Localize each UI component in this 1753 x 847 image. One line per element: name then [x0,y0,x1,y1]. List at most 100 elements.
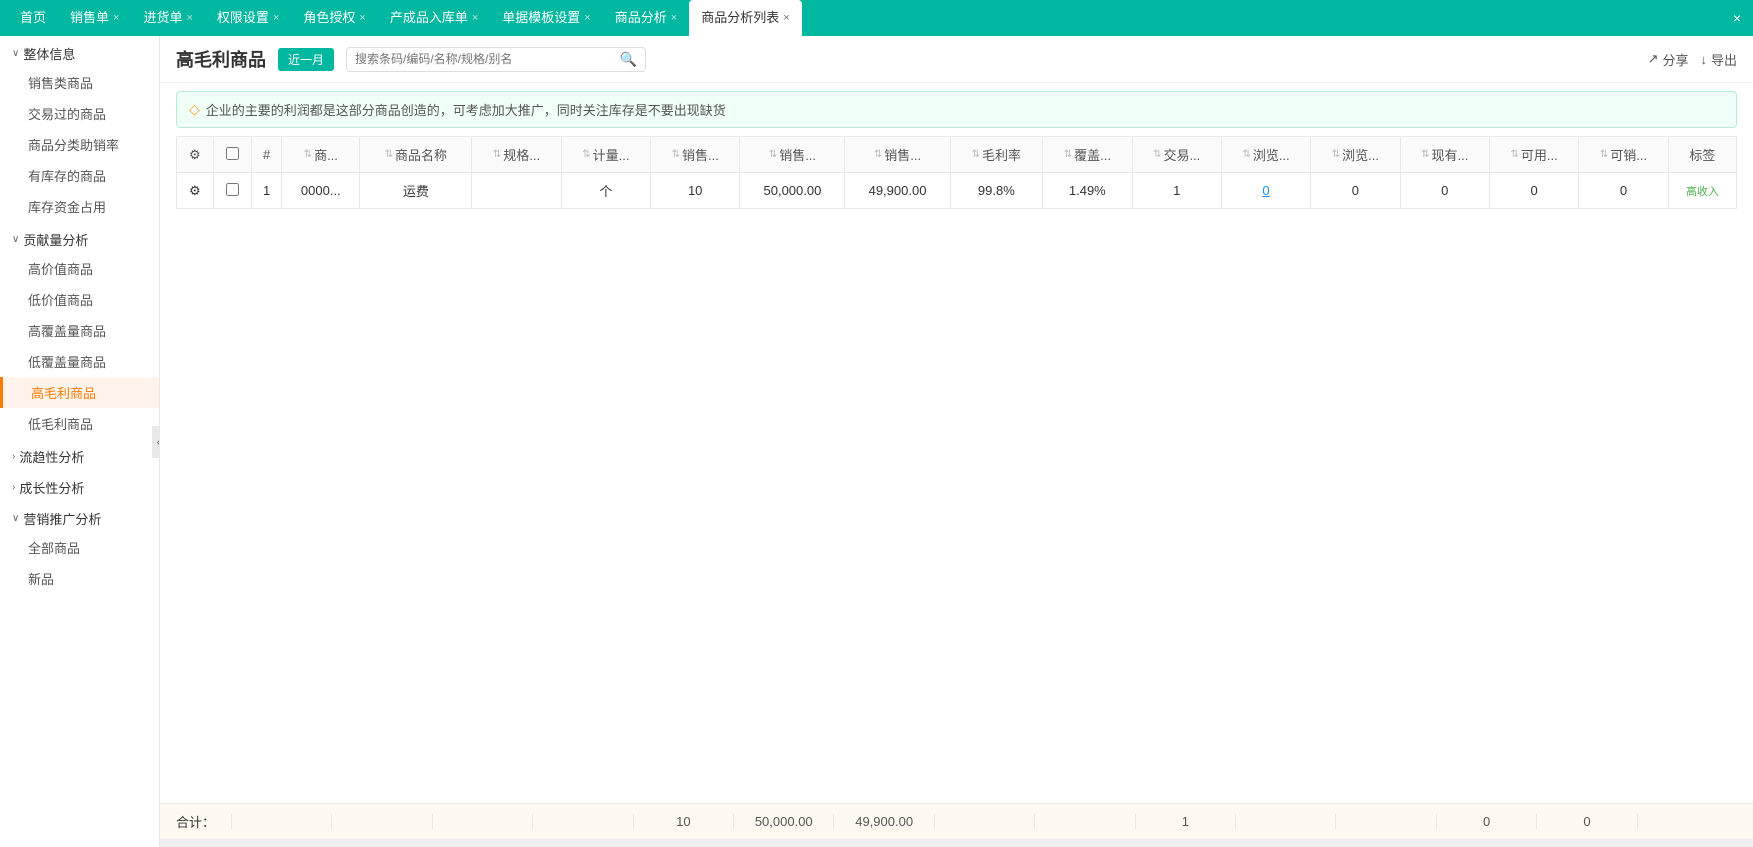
select-all-checkbox[interactable] [226,147,239,160]
col-header-trade[interactable]: ⇅交易... [1132,137,1221,173]
footer-cell-14 [1637,814,1737,829]
col-header-inner: ⇅销售... [746,145,838,164]
share-button[interactable]: ↗ 分享 [1648,50,1689,69]
col-header-sales_amount[interactable]: ⇅销售... [740,137,845,173]
sort-icon[interactable]: ⇅ [972,149,980,160]
nav-close-icon[interactable]: × [186,0,192,36]
col-header-inner: 标签 [1675,145,1730,164]
table-row: ⚙10000...运费个1050,000.0049,900.0099.8%1.4… [177,173,1737,209]
view1-link[interactable]: 0 [1262,183,1269,198]
nav-close-icon[interactable]: × [273,0,279,36]
nav-close-icon[interactable]: × [671,0,677,36]
sidebar-item-库存资金占用[interactable]: 库存资金占用 [0,191,159,222]
sort-icon[interactable]: ⇅ [769,149,777,160]
sidebar-item-低价值商品[interactable]: 低价值商品 [0,284,159,315]
sort-icon[interactable]: ⇅ [672,149,680,160]
col-header-sellable[interactable]: ⇅可销... [1579,137,1668,173]
sidebar-section-整体信息[interactable]: ∨整体信息 [0,36,159,67]
sidebar-item-有库存的商品[interactable]: 有库存的商品 [0,160,159,191]
col-header-sales_qty[interactable]: ⇅销售... [651,137,740,173]
tag-badge: 高收入 [1686,186,1719,198]
col-header-gross_margin[interactable]: ⇅毛利率 [950,137,1043,173]
nav-close-icon[interactable]: × [113,0,119,36]
col-header-spec[interactable]: ⇅规格... [472,137,561,173]
nav-item-商品分析[interactable]: 商品分析× [603,0,689,36]
sidebar-item-低覆盖量商品[interactable]: 低覆盖量商品 [0,346,159,377]
date-filter-button[interactable]: 近一月 [278,48,334,71]
footer-cell-7 [934,814,1034,829]
sort-icon[interactable]: ⇅ [493,149,501,160]
nav-item-产成品入库单[interactable]: 产成品入库单× [378,0,490,36]
row-settings-icon[interactable]: ⚙ [189,183,201,198]
sidebar-item-高毛利商品[interactable]: 高毛利商品 [0,377,159,408]
nav-close-icon[interactable]: × [783,0,789,36]
search-input[interactable] [355,52,620,66]
sidebar-item-交易过的商品[interactable]: 交易过的商品 [0,98,159,129]
nav-item-销售单[interactable]: 销售单× [58,0,131,36]
sidebar-section-流趋性分析[interactable]: ›流趋性分析 [0,439,159,470]
col-label: 商... [314,145,338,164]
export-button[interactable]: ↓ 导出 [1700,50,1737,69]
sort-icon[interactable]: ⇅ [874,149,882,160]
sidebar-item-新品[interactable]: 新品 [0,563,159,594]
row-checkbox[interactable] [226,183,239,196]
sort-icon[interactable]: ⇅ [304,149,312,160]
nav-item-单据模板设置[interactable]: 单据模板设置× [490,0,602,36]
sort-icon[interactable]: ⇅ [1153,149,1161,160]
sort-icon[interactable]: ⇅ [1600,149,1608,160]
col-header-coverage[interactable]: ⇅覆盖... [1043,137,1132,173]
sidebar-section-贡献量分析[interactable]: ∨贡献量分析 [0,222,159,253]
nav-item-权限设置[interactable]: 权限设置× [205,0,291,36]
sort-icon[interactable]: ⇅ [1064,149,1072,160]
nav-item-进货单[interactable]: 进货单× [131,0,204,36]
nav-close-icon[interactable]: × [359,0,365,36]
sidebar-section-成长性分析[interactable]: ›成长性分析 [0,470,159,501]
col-header-available[interactable]: ⇅可用... [1489,137,1578,173]
nav-close-icon[interactable]: × [584,0,590,36]
col-header-view1[interactable]: ⇅浏览... [1221,137,1310,173]
settings-icon[interactable]: ⚙ [189,147,201,162]
sort-icon[interactable]: ⇅ [582,149,590,160]
nav-item-首页[interactable]: 首页 [8,0,58,36]
sidebar-item-高价值商品[interactable]: 高价值商品 [0,253,159,284]
sidebar-item-全部商品[interactable]: 全部商品 [0,532,159,563]
sidebar-item-高覆盖量商品[interactable]: 高覆盖量商品 [0,315,159,346]
cell-view1: 0 [1221,173,1310,209]
sort-icon[interactable]: ⇅ [1332,149,1340,160]
cell-unit: 个 [561,173,650,209]
col-header-view2[interactable]: ⇅浏览... [1311,137,1400,173]
header-actions: ↗ 分享 ↓ 导出 [1648,50,1737,69]
footer-cell-11 [1335,814,1435,829]
footer-cell-0 [231,814,331,829]
nav-item-商品分析列表[interactable]: 商品分析列表× [689,0,801,36]
window-close-button[interactable]: × [1729,10,1745,26]
col-header-inner: ⇅商... [288,145,353,164]
sidebar-item-商品分类助销率[interactable]: 商品分类助销率 [0,129,159,160]
nav-close-icon[interactable]: × [472,0,478,36]
sidebar-item-低毛利商品[interactable]: 低毛利商品 [0,408,159,439]
nav-item-角色授权[interactable]: 角色授权× [291,0,377,36]
sidebar-section-营销推广分析[interactable]: ∨营销推广分析 [0,501,159,532]
sort-icon[interactable]: ⇅ [1511,149,1519,160]
col-header-unit[interactable]: ⇅计量... [561,137,650,173]
sidebar-item-销售类商品[interactable]: 销售类商品 [0,67,159,98]
footer-cell-8 [1034,814,1134,829]
sort-icon[interactable]: ⇅ [1242,149,1250,160]
col-header-inner: ⇅规格... [478,145,554,164]
search-icon[interactable]: 🔍 [620,51,637,68]
horizontal-scrollbar[interactable] [160,839,1753,847]
sort-icon[interactable]: ⇅ [1421,149,1429,160]
section-label: 贡献量分析 [23,230,88,249]
page-title: 高毛利商品 [176,46,266,72]
sort-icon[interactable]: ⇅ [385,149,393,160]
col-header-sales_profit[interactable]: ⇅销售... [845,137,950,173]
col-header-code[interactable]: ⇅商... [282,137,360,173]
footer-cell-5: 50,000.00 [733,814,833,829]
table-wrapper[interactable]: ⚙#⇅商...⇅商品名称⇅规格...⇅计量...⇅销售...⇅销售...⇅销售.… [160,136,1753,803]
cell-code: 0000... [282,173,360,209]
footer-cell-6: 49,900.00 [833,814,933,829]
footer-cell-12: 0 [1436,814,1536,829]
col-header-current_stock[interactable]: ⇅现有... [1400,137,1489,173]
sidebar-collapse-button[interactable]: « [152,426,160,458]
col-header-name[interactable]: ⇅商品名称 [360,137,472,173]
